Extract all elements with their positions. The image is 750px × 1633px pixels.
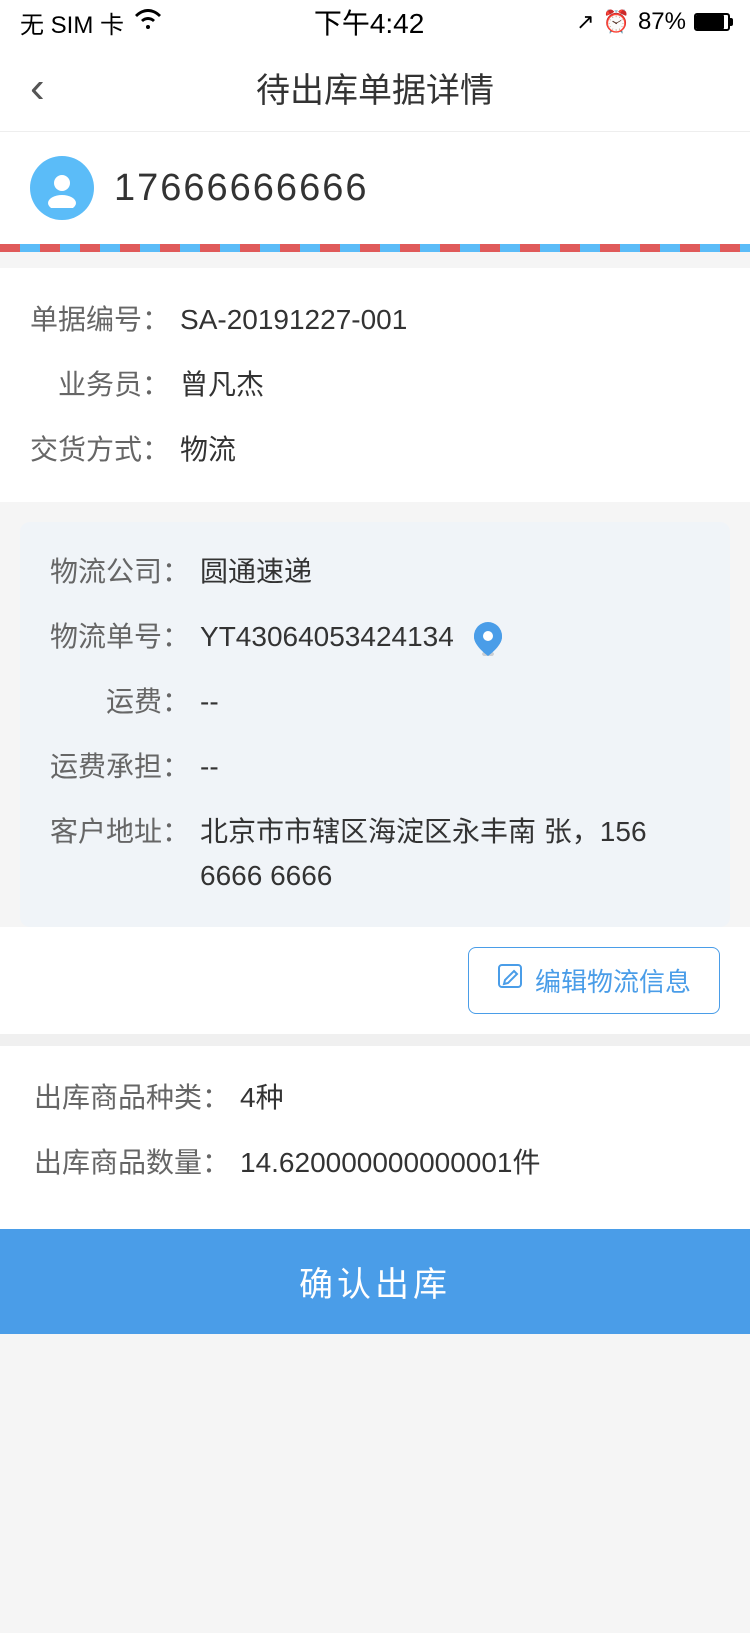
address-label: 客户地址： [50,810,190,855]
status-right: ↗ ⏰ 87% [576,8,730,36]
edit-icon [497,963,525,998]
freight-bearer-value: -- [190,745,700,790]
time-display: 下午4:42 [314,2,425,42]
freight-bearer-row: 运费承担： -- [50,745,700,790]
document-info-section: 单据编号： SA-20191227-001 业务员： 曾凡杰 交货方式： 物流 [0,268,750,502]
delivery-value: 物流 [170,428,720,473]
address-row: 客户地址： 北京市市辖区海淀区永丰南 张，156 6666 6666 [50,810,700,900]
section-divider [0,1034,750,1046]
alarm-icon: ⏰ [603,9,630,35]
page-title: 待出库单据详情 [256,63,494,112]
logistics-company-row: 物流公司： 圆通速递 [50,550,700,595]
salesman-value: 曾凡杰 [170,363,720,408]
logistics-info-section: 物流公司： 圆通速递 物流单号： YT43064053424134 运 [20,522,730,927]
back-button[interactable]: ‹ [30,66,45,110]
status-left: 无 SIM 卡 [20,5,162,40]
confirm-btn-container: 确认出库 [0,1229,750,1334]
user-header: 17666666666 [0,132,750,244]
freight-row: 运费： -- [50,680,700,725]
location-status-icon: ↗ [576,9,594,35]
empty-space [0,1333,750,1533]
avatar [30,156,94,220]
logistics-company-label: 物流公司： [50,550,190,595]
salesman-row: 业务员： 曾凡杰 [30,363,720,408]
product-quantity-label: 出库商品数量： [30,1141,230,1186]
delivery-label: 交货方式： [30,428,170,473]
doc-number-label: 单据编号： [30,298,170,343]
user-phone: 17666666666 [114,167,368,210]
decorative-divider [0,244,750,252]
map-pin-icon[interactable] [470,620,506,656]
main-content: 17666666666 单据编号： SA-20191227-001 业务员： 曾… [0,132,750,1633]
product-type-label: 出库商品种类： [30,1076,230,1121]
salesman-label: 业务员： [30,363,170,408]
address-value: 北京市市辖区海淀区永丰南 张，156 6666 6666 [190,810,700,900]
edit-logistics-btn-row: 编辑物流信息 [0,927,750,1034]
tracking-value: YT43064053424134 [190,615,700,660]
tracking-number-row: 物流单号： YT43064053424134 [50,615,700,660]
doc-number-value: SA-20191227-001 [170,298,720,343]
freight-label: 运费： [50,680,190,725]
carrier-label: 无 SIM 卡 [20,5,124,40]
logistics-company-value: 圆通速递 [190,550,700,595]
freight-value: -- [190,680,700,725]
product-type-row: 出库商品种类： 4种 [30,1076,720,1121]
edit-logistics-button[interactable]: 编辑物流信息 [468,947,720,1014]
tracking-label: 物流单号： [50,615,190,660]
product-quantity-value: 14.620000000000001件 [230,1141,720,1186]
confirm-outbound-button[interactable]: 确认出库 [0,1257,750,1306]
battery-pct-text: 87% [638,8,686,36]
product-info-section: 出库商品种类： 4种 出库商品数量： 14.620000000000001件 [0,1046,750,1216]
doc-number-row: 单据编号： SA-20191227-001 [30,298,720,343]
battery-indicator [694,13,730,31]
status-bar: 无 SIM 卡 下午4:42 ↗ ⏰ 87% [0,0,750,44]
delivery-row: 交货方式： 物流 [30,428,720,473]
wifi-icon [134,8,162,36]
product-type-value: 4种 [230,1076,720,1121]
freight-bearer-label: 运费承担： [50,745,190,790]
nav-bar: ‹ 待出库单据详情 [0,44,750,132]
product-quantity-row: 出库商品数量： 14.620000000000001件 [30,1141,720,1186]
